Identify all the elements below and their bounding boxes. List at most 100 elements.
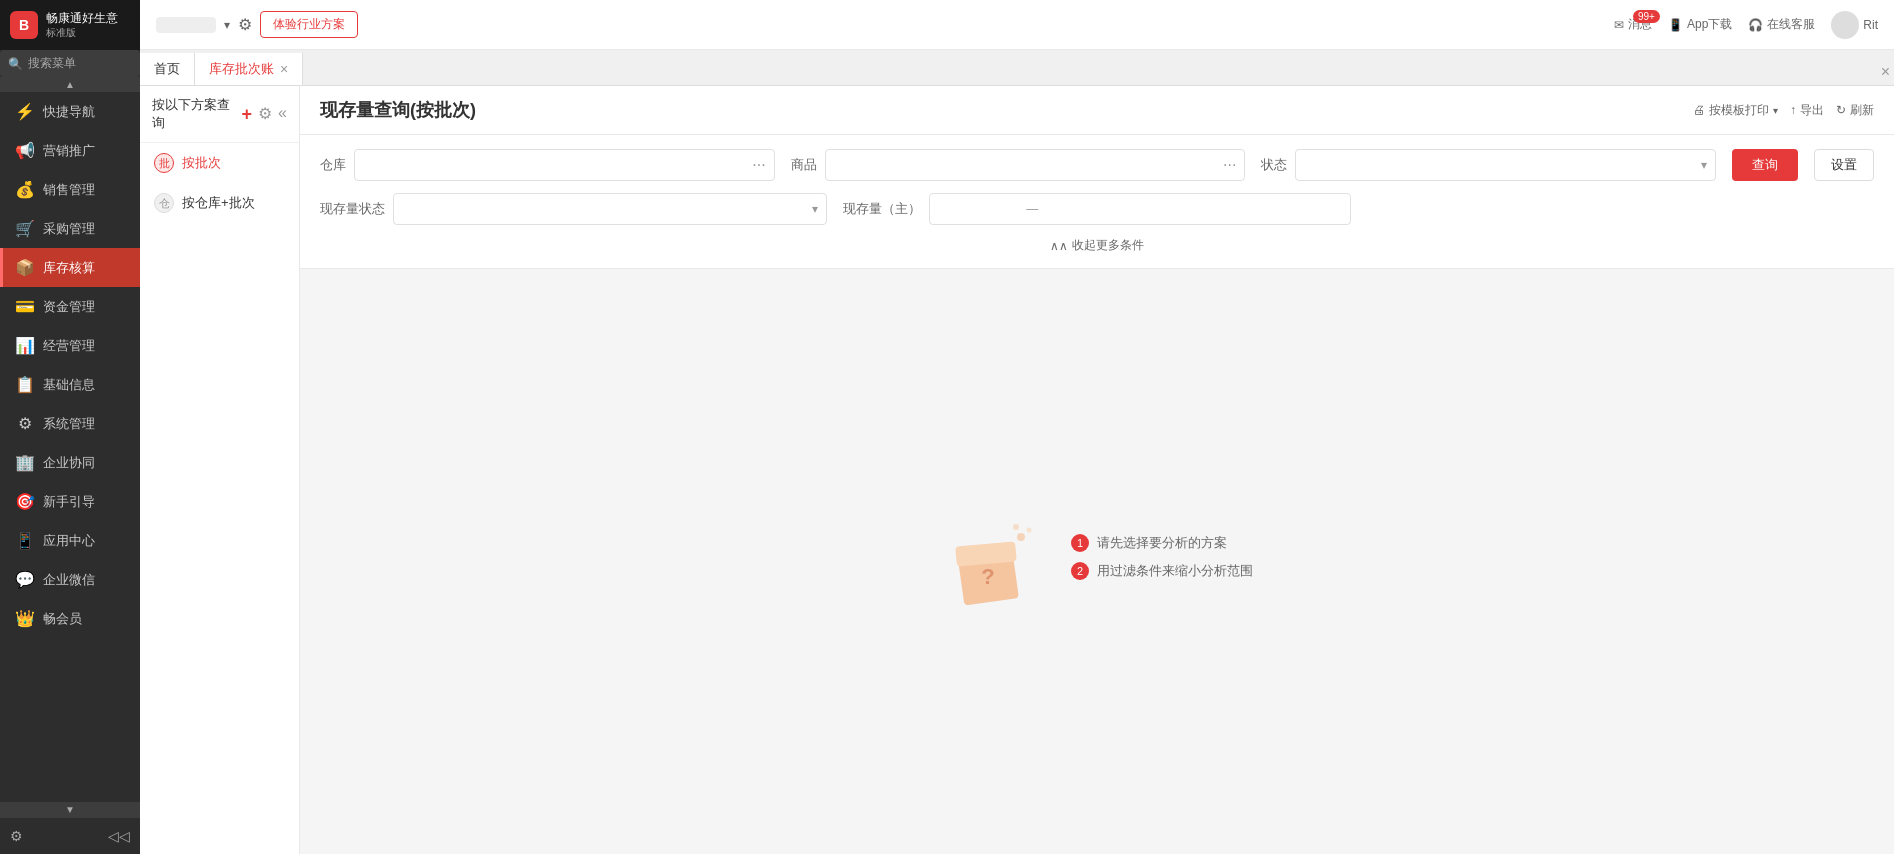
system-icon: ⚙ [15, 414, 35, 433]
enterprise-icon: 🏢 [15, 453, 35, 472]
sidebar-item-quick-nav[interactable]: ⚡ 快捷导航 [0, 92, 140, 131]
warehouse-filter-group: 仓库 ··· [320, 149, 775, 181]
tab-inventory-batch[interactable]: 库存批次账 × [195, 53, 303, 85]
topbar-left: ▾ ⚙ 体验行业方案 [156, 11, 1604, 38]
add-scheme-button[interactable]: + [242, 104, 253, 125]
range-dash: — [1026, 202, 1038, 216]
sidebar-item-wechat[interactable]: 💬 企业微信 [0, 560, 140, 599]
status-filter-group: 状态 ▾ [1261, 149, 1716, 181]
trial-button[interactable]: 体验行业方案 [260, 11, 358, 38]
status-select[interactable]: ▾ [1295, 149, 1716, 181]
page-actions: 🖨 按模板打印 ▾ ↑ 导出 ↻ 刷新 [1693, 102, 1874, 119]
quick-nav-icon: ⚡ [15, 102, 35, 121]
topbar-dropdown[interactable]: ▾ [224, 18, 230, 32]
status-arrow-icon: ▾ [1701, 158, 1707, 172]
app-logo: B [10, 11, 38, 39]
sidebar-nav: ⚡ 快捷导航 📢 营销推广 💰 销售管理 🛒 采购管理 📦 库存核算 💳 资金管… [0, 92, 140, 802]
warehouse-input[interactable]: ··· [354, 149, 775, 181]
sidebar-item-inventory[interactable]: 📦 库存核算 [0, 248, 140, 287]
topbar-settings-icon[interactable]: ⚙ [238, 15, 252, 34]
stock-status-label: 现存量状态 [320, 200, 385, 218]
sidebar-item-purchase[interactable]: 🛒 采购管理 [0, 209, 140, 248]
panel-close-button[interactable]: × [1877, 59, 1894, 85]
sidebar-item-member[interactable]: 👑 畅会员 [0, 599, 140, 638]
filter-area: 仓库 ··· 商品 ··· 状态 [300, 135, 1894, 269]
scheme-warehouse-batch-icon: 仓 [154, 193, 174, 213]
sidebar-item-operations[interactable]: 📊 经营管理 [0, 326, 140, 365]
sales-icon: 💰 [15, 180, 35, 199]
sidebar-item-base[interactable]: 📋 基础信息 [0, 365, 140, 404]
phone-icon: 📱 [1668, 18, 1683, 32]
empty-illustration: ? [941, 512, 1041, 612]
warehouse-label: 仓库 [320, 156, 346, 174]
topbar-right: ✉ 消息 99+ 📱 App下载 🎧 在线客服 Rit [1614, 11, 1878, 39]
export-button[interactable]: ↑ 导出 [1790, 102, 1824, 119]
stock-status-filter-group: 现存量状态 ▾ [320, 193, 827, 225]
breadcrumb [156, 17, 216, 33]
scheme-item-warehouse-batch[interactable]: 仓 按仓库+批次 [140, 183, 299, 223]
collapse-more-button[interactable]: ∧∧ 收起更多条件 [320, 237, 1874, 254]
search-menu-button[interactable]: 🔍 搜索菜单 [0, 50, 140, 77]
tab-home[interactable]: 首页 [140, 53, 195, 85]
svg-text:?: ? [981, 564, 994, 589]
sidebar-item-system[interactable]: ⚙ 系统管理 [0, 404, 140, 443]
empty-tip-1: 1 请先选择要分析的方案 [1071, 534, 1253, 552]
stock-status-select[interactable]: ▾ [393, 193, 827, 225]
content-area: 按以下方案查询 + ⚙ « 批 按批次 仓 按仓库+批次 现存量查询(按批次) [140, 86, 1894, 854]
appcenter-icon: 📱 [15, 531, 35, 550]
user-menu[interactable]: Rit [1831, 11, 1878, 39]
sidebar-item-sales[interactable]: 💰 销售管理 [0, 170, 140, 209]
message-icon: ✉ [1614, 18, 1624, 32]
app-name: 畅康通好生意 标准版 [46, 11, 118, 40]
marketing-icon: 📢 [15, 141, 35, 160]
scheme-batch-icon: 批 [154, 153, 174, 173]
sidebar-item-finance[interactable]: 💳 资金管理 [0, 287, 140, 326]
refresh-icon: ↻ [1836, 103, 1846, 117]
sidebar-item-appcenter[interactable]: 📱 应用中心 [0, 521, 140, 560]
sidebar-scroll-down[interactable]: ▼ [0, 802, 140, 817]
filter-row-2: 现存量状态 ▾ 现存量（主） — [320, 193, 1874, 225]
search-icon: 🔍 [8, 57, 23, 71]
print-icon: 🖨 [1693, 103, 1705, 117]
sidebar-footer: ⚙ ◁◁ [0, 817, 140, 854]
empty-svg: ? [941, 512, 1041, 612]
scheme-settings-icon[interactable]: ⚙ [258, 104, 272, 125]
page-header: 现存量查询(按批次) 🖨 按模板打印 ▾ ↑ 导出 ↻ 刷新 [300, 86, 1894, 135]
service-icon: 🎧 [1748, 18, 1763, 32]
stock-status-arrow-icon: ▾ [812, 202, 818, 216]
newbie-icon: 🎯 [15, 492, 35, 511]
left-panel-header: 按以下方案查询 + ⚙ « [140, 86, 299, 143]
sidebar-item-marketing[interactable]: 📢 营销推广 [0, 131, 140, 170]
filter-row-1: 仓库 ··· 商品 ··· 状态 [320, 149, 1874, 181]
main-area: ▾ ⚙ 体验行业方案 ✉ 消息 99+ 📱 App下载 🎧 在线客服 Rit [140, 0, 1894, 854]
app-download-button[interactable]: 📱 App下载 [1668, 16, 1732, 33]
settings-footer-button[interactable]: ⚙ [10, 828, 23, 844]
online-service-button[interactable]: 🎧 在线客服 [1748, 16, 1815, 33]
message-button[interactable]: ✉ 消息 99+ [1614, 16, 1652, 33]
collapse-sidebar-button[interactable]: ◁◁ [108, 828, 130, 844]
tip-num-2: 2 [1071, 562, 1089, 580]
empty-tip-2: 2 用过滤条件来缩小分析范围 [1071, 562, 1253, 580]
tab-close-icon[interactable]: × [280, 61, 288, 77]
product-input[interactable]: ··· [825, 149, 1246, 181]
left-panel: 按以下方案查询 + ⚙ « 批 按批次 仓 按仓库+批次 [140, 86, 300, 854]
settings-button[interactable]: 设置 [1814, 149, 1874, 181]
topbar: ▾ ⚙ 体验行业方案 ✉ 消息 99+ 📱 App下载 🎧 在线客服 Rit [140, 0, 1894, 50]
stock-qty-max-input[interactable] [1046, 202, 1126, 216]
status-label: 状态 [1261, 156, 1287, 174]
stock-qty-min-input[interactable] [938, 202, 1018, 216]
scheme-item-batch[interactable]: 批 按批次 [140, 143, 299, 183]
product-label: 商品 [791, 156, 817, 174]
sidebar-item-enterprise[interactable]: 🏢 企业协同 [0, 443, 140, 482]
stock-qty-range: — [929, 193, 1350, 225]
print-button[interactable]: 🖨 按模板打印 ▾ [1693, 102, 1778, 119]
sidebar-scroll-up[interactable]: ▲ [0, 77, 140, 92]
wechat-icon: 💬 [15, 570, 35, 589]
query-button[interactable]: 查询 [1732, 149, 1798, 181]
collapse-panel-icon[interactable]: « [278, 104, 287, 125]
right-panel: 现存量查询(按批次) 🖨 按模板打印 ▾ ↑ 导出 ↻ 刷新 [300, 86, 1894, 854]
member-icon: 👑 [15, 609, 35, 628]
tab-bar: 首页 库存批次账 × × [140, 50, 1894, 86]
sidebar-item-newbie[interactable]: 🎯 新手引导 [0, 482, 140, 521]
refresh-button[interactable]: ↻ 刷新 [1836, 102, 1874, 119]
